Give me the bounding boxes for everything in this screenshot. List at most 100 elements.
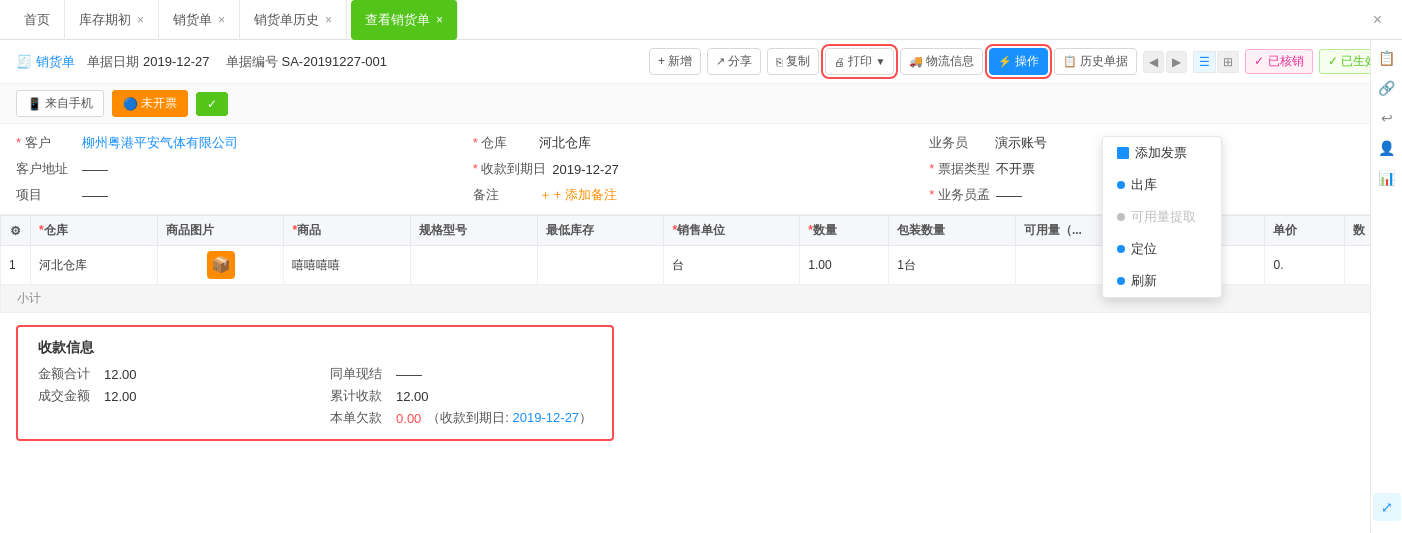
payment-info-box: 收款信息 金额合计 12.00 同单现结 —— 成交金额 12.00 xyxy=(16,325,614,441)
locate-icon xyxy=(1117,245,1125,253)
ticket-value: 不开票 xyxy=(996,160,1035,178)
bottom-section: 收款信息 金额合计 12.00 同单现结 —— 成交金额 12.00 xyxy=(0,313,1402,449)
salesperson-value: —— xyxy=(996,188,1022,203)
staff-value: 演示账号 xyxy=(995,134,1047,152)
project-field: 项目 —— xyxy=(16,186,473,204)
new-button[interactable]: + 新增 xyxy=(649,48,701,75)
available-qty-icon xyxy=(1117,213,1125,221)
add-invoice-icon xyxy=(1117,147,1129,159)
col-settings[interactable]: ⚙ xyxy=(1,216,31,246)
customer-field: * * 客户客户 柳州粤港平安气体有限公司 xyxy=(16,134,473,152)
row-pkg: 1台 xyxy=(889,246,1016,285)
col-spec: 规格型号 xyxy=(411,216,538,246)
tab-sales-history[interactable]: 销货单历史 × xyxy=(240,0,347,40)
deal-amount-row: 成交金额 12.00 xyxy=(38,387,300,405)
nav-arrows: ◀ ▶ xyxy=(1143,51,1187,73)
row-qty: 1.00 xyxy=(800,246,889,285)
operation-dropdown: 添加发票 出库 可用量提取 定位 刷新 xyxy=(1102,136,1222,298)
grid-view-btn[interactable]: ⊞ xyxy=(1217,51,1239,73)
address-field: 客户地址 —— xyxy=(16,160,473,178)
doc-title-area: 🧾 销货单 单据日期 2019-12-27 单据编号 SA-20191227-0… xyxy=(16,53,649,71)
check-btn[interactable]: ✓ xyxy=(196,92,228,116)
col-unit: *销售单位 xyxy=(664,216,800,246)
cumulative-row: 累计收款 12.00 xyxy=(330,387,592,405)
sidebar-copy-icon[interactable]: 📋 xyxy=(1373,44,1401,72)
sidebar-chart-icon[interactable]: 📊 xyxy=(1373,164,1401,192)
row-spec xyxy=(411,246,538,285)
sidebar-user-icon[interactable]: 👤 xyxy=(1373,134,1401,162)
sidebar-refresh-icon[interactable]: ↩ xyxy=(1373,104,1401,132)
menu-outbound[interactable]: 出库 xyxy=(1103,169,1221,201)
main-content: 🧾 销货单 单据日期 2019-12-27 单据编号 SA-20191227-0… xyxy=(0,40,1402,533)
outbound-icon xyxy=(1117,181,1125,189)
phone-icon: 📱 xyxy=(27,97,42,111)
col-img: 商品图片 xyxy=(157,216,284,246)
share-button[interactable]: ↗ 分享 xyxy=(707,48,761,75)
note-field: 备注 ＋ + 添加备注 xyxy=(473,186,930,204)
row-no: 1 xyxy=(1,246,31,285)
doc-date-item: 单据日期 2019-12-27 xyxy=(87,53,210,71)
doc-number-item: 单据编号 SA-20191227-001 xyxy=(226,53,388,71)
view-toggle: ☰ ⊞ xyxy=(1193,51,1239,73)
col-price: 单价 xyxy=(1265,216,1345,246)
due-date-field: * 收款到期日 2019-12-27 xyxy=(473,160,930,178)
menu-refresh[interactable]: 刷新 xyxy=(1103,265,1221,297)
col-min-stock: 最低库存 xyxy=(537,216,664,246)
warehouse-field: * 仓库 河北仓库 xyxy=(473,134,930,152)
menu-add-invoice[interactable]: 添加发票 xyxy=(1103,137,1221,169)
action-row: 📱 来自手机 🔵 未开票 ✓ xyxy=(0,84,1402,124)
tab-sales[interactable]: 销货单 × xyxy=(159,0,240,40)
row-product: 嘻嘻嘻嘻 xyxy=(284,246,411,285)
payment-info-grid: 金额合计 12.00 同单现结 —— 成交金额 12.00 累计收款 12.00 xyxy=(38,365,592,427)
project-value: —— xyxy=(82,188,108,203)
add-note-btn[interactable]: ＋ + 添加备注 xyxy=(539,186,617,204)
amount-row: 金额合计 12.00 xyxy=(38,365,300,383)
tab-inventory[interactable]: 库存期初 × xyxy=(65,0,159,40)
due-date-note: 2019-12-27 xyxy=(513,410,580,425)
doc-type-label: 🧾 销货单 xyxy=(16,53,75,71)
tab-sales-close[interactable]: × xyxy=(218,13,225,27)
col-qty: *数量 xyxy=(800,216,889,246)
row-warehouse: 河北仓库 xyxy=(31,246,158,285)
balance-value: 0.00 xyxy=(396,411,421,426)
sales-order-icon: 🧾 xyxy=(16,54,32,69)
warehouse-value: 河北仓库 xyxy=(539,134,591,152)
sidebar-link-icon[interactable]: 🔗 xyxy=(1373,74,1401,102)
tab-bar-close-btn[interactable]: × xyxy=(1363,11,1392,29)
list-view-btn[interactable]: ☰ xyxy=(1193,51,1216,73)
col-warehouse: *仓库 xyxy=(31,216,158,246)
same-order-row: 同单现结 —— xyxy=(330,365,592,383)
logistics-button[interactable]: 🚚 物流信息 xyxy=(900,48,983,75)
next-record-btn[interactable]: ▶ xyxy=(1166,51,1187,73)
ticket-icon: 🔵 xyxy=(123,97,138,111)
tab-sales-history-close[interactable]: × xyxy=(325,13,332,27)
row-price: 0. xyxy=(1265,246,1345,285)
operation-button[interactable]: ⚡ 操作 xyxy=(989,48,1048,75)
toolbar: + 新增 ↗ 分享 ⎘ 复制 🖨 打印 ▼ 🚚 物流信息 xyxy=(649,48,1386,75)
customer-value[interactable]: 柳州粤港平安气体有限公司 xyxy=(82,134,238,152)
row-img: 📦 xyxy=(157,246,284,285)
sidebar-expand-icon[interactable]: ⤢ xyxy=(1373,493,1401,521)
not-open-btn[interactable]: 🔵 未开票 xyxy=(112,90,188,117)
prev-record-btn[interactable]: ◀ xyxy=(1143,51,1164,73)
balance-row: 本单欠款 0.00 （收款到期日: 2019-12-27） xyxy=(330,409,592,427)
menu-locate[interactable]: 定位 xyxy=(1103,233,1221,265)
right-sidebar: 📋 🔗 ↩ 👤 📊 ⤢ xyxy=(1370,40,1402,533)
doc-meta: 单据日期 2019-12-27 单据编号 SA-20191227-001 xyxy=(87,53,387,71)
refresh-icon xyxy=(1117,277,1125,285)
copy-button[interactable]: ⎘ 复制 xyxy=(767,48,819,75)
payment-info-title: 收款信息 xyxy=(38,339,592,357)
tab-view-sales-close[interactable]: × xyxy=(436,13,443,27)
tab-bar: 首页 库存期初 × 销货单 × 销货单历史 × 查看销货单 × × xyxy=(0,0,1402,40)
history-button[interactable]: 📋 历史单据 xyxy=(1054,48,1137,75)
print-button[interactable]: 🖨 打印 ▼ xyxy=(825,48,894,75)
tab-inventory-close[interactable]: × xyxy=(137,13,144,27)
address-value: —— xyxy=(82,162,108,177)
due-note: （收款到期日: 2019-12-27） xyxy=(427,409,592,427)
row-unit: 台 xyxy=(664,246,800,285)
tab-home[interactable]: 首页 xyxy=(10,0,65,40)
from-phone-btn[interactable]: 📱 来自手机 xyxy=(16,90,104,117)
menu-available-qty[interactable]: 可用量提取 xyxy=(1103,201,1221,233)
row-min-stock xyxy=(537,246,664,285)
tab-view-sales[interactable]: 查看销货单 × xyxy=(351,0,458,40)
